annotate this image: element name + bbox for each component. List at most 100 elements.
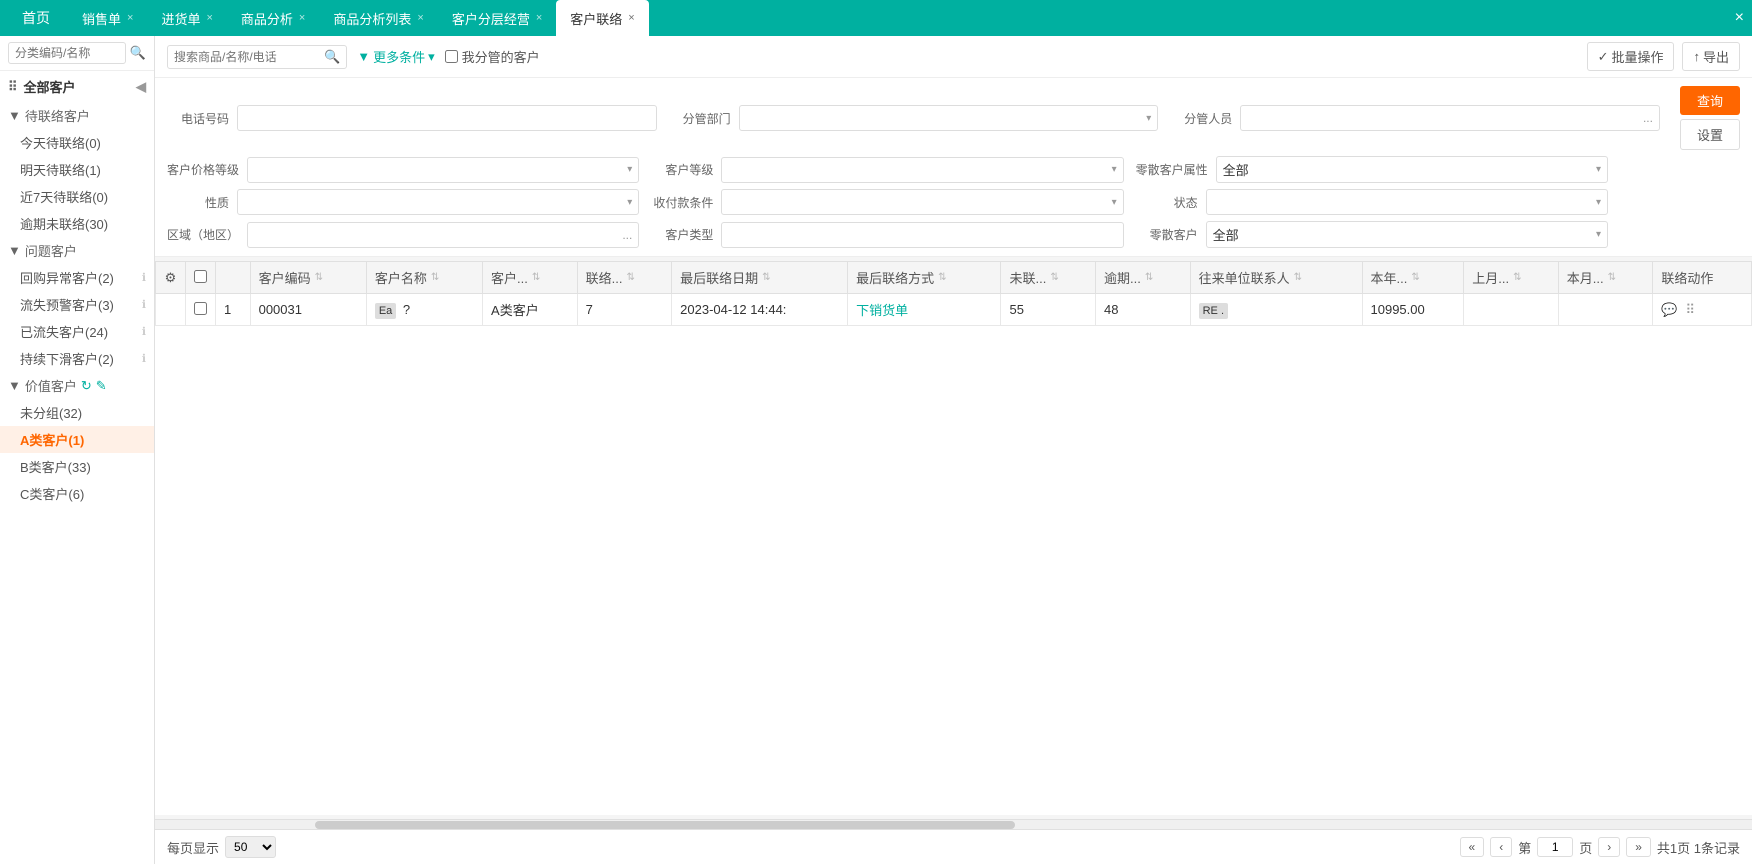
sidebar-group-value[interactable]: ▼ 价值客户 ↻ ✎ [0,372,154,399]
sidebar-group-pending[interactable]: ▼ 待联络客户 [0,102,154,129]
search-box: 🔍 [167,45,347,69]
edit-icon[interactable]: ✎ [96,378,107,394]
table-lastmonth-header[interactable]: 上月...⇅ [1464,262,1559,294]
page-size-select[interactable]: 50 100 200 [225,836,276,858]
table-code-header[interactable]: 客户编码⇅ [250,262,366,294]
sidebar-item-c-class[interactable]: C类客户(6) [0,480,154,507]
dept-select[interactable]: ▾ [739,105,1159,131]
nav-tab-sales[interactable]: 销售单 × [68,0,147,36]
sidebar-search-icon[interactable]: 🔍 [130,45,146,61]
status-arrow-icon: ▾ [1596,197,1601,208]
filter-phone: 电话号码 [167,105,657,131]
sidebar-item-churned[interactable]: 已流失客户(24) ℹ [0,318,154,345]
sidebar-group-problem[interactable]: ▼ 问题客户 [0,237,154,264]
sidebar-search-input[interactable] [8,42,126,64]
page-number-input[interactable] [1537,837,1573,857]
price-level-select[interactable]: ▾ [247,157,639,183]
close-all-tabs[interactable]: × [1735,9,1744,27]
more-filters-btn[interactable]: ▼ 更多条件 ▾ [357,47,434,66]
table-thismonth-header[interactable]: 本月...⇅ [1558,262,1653,294]
sort-thisyear-icon: ⇅ [1411,272,1419,283]
row-lastmethod-cell[interactable]: 下销货单 [848,294,1001,326]
message-icon[interactable]: 💬 [1661,302,1677,318]
filter-cust-type: 客户类型 [651,222,1123,248]
close-sales-tab[interactable]: × [127,12,133,24]
sidebar-item-abnormal[interactable]: 回购异常客户(2) ℹ [0,264,154,291]
search-icon[interactable]: 🔍 [324,49,340,65]
sidebar-item-b-class[interactable]: B类客户(33) [0,453,154,480]
row-checkbox[interactable] [194,302,207,315]
nav-home[interactable]: 首页 [8,0,64,36]
close-analysis-list-tab[interactable]: × [417,12,423,24]
next-page-btn[interactable]: › [1598,837,1620,857]
nav-tab-contact[interactable]: 客户联络 × [556,0,648,36]
table-lastmethod-header[interactable]: 最后联络方式⇅ [848,262,1001,294]
table-nocontact-header[interactable]: 未联...⇅ [1001,262,1096,294]
query-button[interactable]: 查询 [1680,86,1740,115]
row-name-cell[interactable]: Ea ? [366,294,482,326]
sidebar-item-a-class[interactable]: A类客户(1) [0,426,154,453]
row-thismonth-cell [1558,294,1653,326]
nav-tab-segmentation[interactable]: 客户分层经营 × [438,0,556,36]
region-input[interactable]: ... [247,222,639,248]
retail-attr-select[interactable]: 全部 ▾ [1216,156,1608,183]
batch-ops-button[interactable]: ✓ 批量操作 [1587,42,1675,71]
sidebar-all-customers[interactable]: ⠿ 全部客户 ◀ [0,71,154,102]
export-icon: ↑ [1693,49,1700,64]
horizontal-scrollbar[interactable] [155,819,1752,829]
close-segmentation-tab[interactable]: × [536,12,542,24]
info-icon-4: ℹ [142,352,146,365]
select-all-checkbox[interactable] [194,270,207,283]
sidebar-item-7days[interactable]: 近7天待联络(0) [0,183,154,210]
person-input[interactable]: ... [1240,105,1660,131]
cust-type-input[interactable] [721,222,1123,248]
table-unitcontact-header[interactable]: 往来单位联系人⇅ [1190,262,1362,294]
row-nocontact-cell: 55 [1001,294,1096,326]
search-input[interactable] [174,50,324,64]
table-contact-header[interactable]: 联络...⇅ [577,262,672,294]
unit-contact-tag: RE . [1199,303,1228,319]
my-customers-check[interactable] [445,50,458,63]
close-contact-tab[interactable]: × [628,12,634,24]
nature-select[interactable]: ▾ [237,189,639,215]
nav-tab-analysis-list[interactable]: 商品分析列表 × [319,0,437,36]
more-icon[interactable]: ⠿ [1686,302,1696,318]
nav-tab-purchase[interactable]: 进货单 × [147,0,226,36]
table-thisyear-header[interactable]: 本年...⇅ [1362,262,1464,294]
payment-select[interactable]: ▾ [721,189,1123,215]
filter-row-1: 电话号码 分管部门 ▾ 分管人员 ... [167,86,1740,150]
sort-unitcontact-icon: ⇅ [1294,272,1302,283]
sidebar-item-declining[interactable]: 持续下滑客户(2) ℹ [0,345,154,372]
last-page-btn[interactable]: » [1626,837,1651,857]
sidebar-item-ungrouped[interactable]: 未分组(32) [0,399,154,426]
sidebar-item-churn-warning[interactable]: 流失预警客户(3) ℹ [0,291,154,318]
table-overdue-header[interactable]: 逾期...⇅ [1096,262,1191,294]
table-select-all-header[interactable] [186,262,216,294]
table-type-header[interactable]: 客户...⇅ [483,262,578,294]
sidebar-item-today[interactable]: 今天待联络(0) [0,129,154,156]
close-purchase-tab[interactable]: × [206,12,212,24]
nav-tab-analysis[interactable]: 商品分析 × [227,0,319,36]
last-method-link[interactable]: 下销货单 [856,303,908,318]
sidebar-item-tomorrow[interactable]: 明天待联络(1) [0,156,154,183]
settings-button[interactable]: 设置 [1680,119,1740,150]
table-settings-header[interactable]: ⚙ [156,262,186,294]
close-analysis-tab[interactable]: × [299,12,305,24]
first-page-btn[interactable]: « [1460,837,1485,857]
collapse-icon[interactable]: ◀ [136,79,146,95]
status-select[interactable]: ▾ [1206,189,1608,215]
table-name-header[interactable]: 客户名称⇅ [366,262,482,294]
my-customers-checkbox[interactable]: 我分管的客户 [445,47,540,66]
sidebar-item-overdue-contact[interactable]: 逾期未联络(30) [0,210,154,237]
retail-cust-select[interactable]: 全部 ▾ [1206,221,1608,248]
cust-level-select[interactable]: ▾ [721,157,1123,183]
filter-row-2: 客户价格等级 ▾ 客户等级 ▾ 零散客户属性 全部 [167,156,1740,183]
scrollbar-thumb[interactable] [315,821,1015,829]
table-lastdate-header[interactable]: 最后联络日期⇅ [672,262,848,294]
row-checkbox-cell[interactable] [186,294,216,326]
prev-page-btn[interactable]: ‹ [1490,837,1512,857]
refresh-icon[interactable]: ↻ [81,378,92,394]
export-button[interactable]: ↑ 导出 [1682,42,1740,71]
triangle-icon2: ▼ [8,243,21,258]
phone-input[interactable] [237,105,657,131]
